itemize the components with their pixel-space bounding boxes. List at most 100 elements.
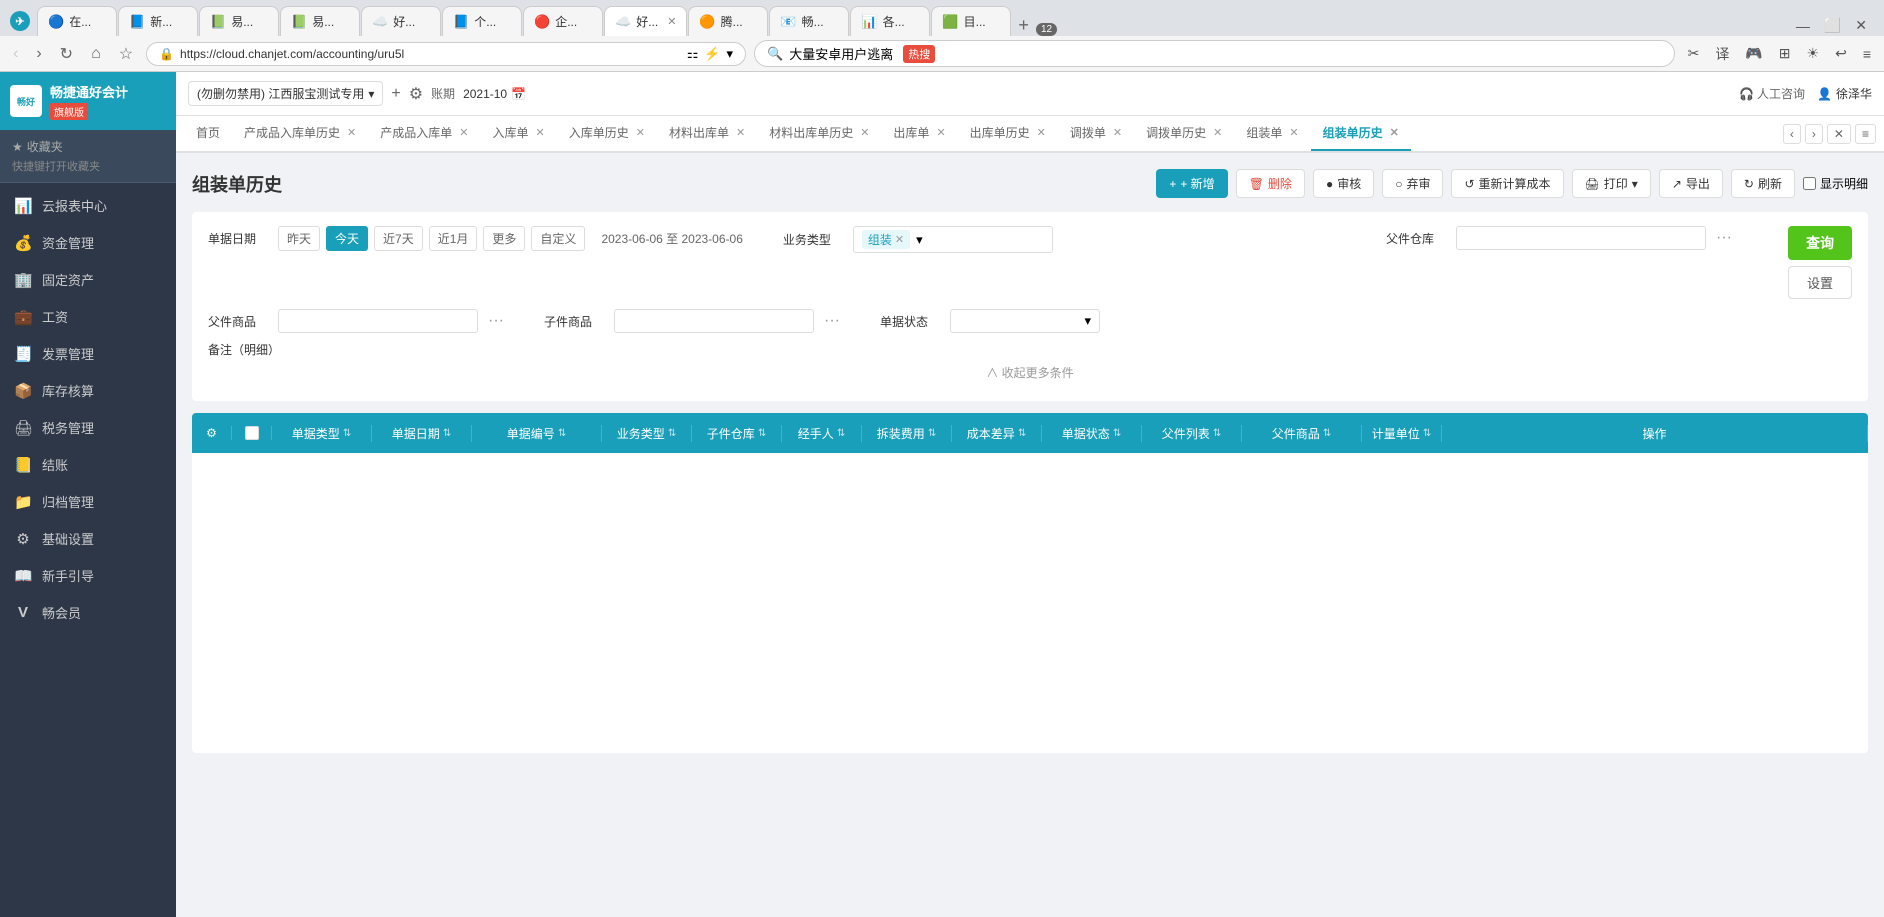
mat-out-hist-close[interactable]: ✕ <box>860 126 869 139</box>
query-button[interactable]: 查询 <box>1788 226 1852 260</box>
show-detail-checkbox[interactable] <box>1803 177 1816 190</box>
prod-in-hist-close[interactable]: ✕ <box>347 126 356 139</box>
child-goods-more[interactable]: ··· <box>824 312 840 330</box>
assembly-close[interactable]: ✕ <box>1289 126 1298 139</box>
parent-goods-input[interactable] <box>278 309 478 333</box>
th-handler[interactable]: 经手人 ⇅ <box>782 425 862 442</box>
parent-goods-more[interactable]: ··· <box>488 312 504 330</box>
favorites-section[interactable]: ★ 收藏夹 快捷键打开收藏夹 <box>0 130 176 183</box>
table-settings-th[interactable]: ⚙ <box>192 426 232 440</box>
sidebar-item-settings[interactable]: ⚙ 基础设置 <box>0 520 176 557</box>
th-disassembly-fee[interactable]: 拆装费用 ⇅ <box>862 425 952 442</box>
date-btn-7days[interactable]: 近7天 <box>374 226 423 251</box>
maximize-button[interactable]: ⬜ <box>1819 15 1846 36</box>
add-company-button[interactable]: + <box>391 85 400 103</box>
assembly-hist-close[interactable]: ✕ <box>1390 126 1399 139</box>
select-all-checkbox[interactable] <box>245 426 259 440</box>
th-order-date[interactable]: 单据日期 ⇅ <box>372 425 472 442</box>
biz-type-tag-close[interactable]: ✕ <box>895 233 904 246</box>
page-tab-adjust[interactable]: 调拨单 ✕ <box>1058 116 1134 151</box>
page-tab-assembly[interactable]: 组装单 ✕ <box>1234 116 1310 151</box>
page-tab-assembly-hist[interactable]: 组装单历史 ✕ <box>1311 116 1411 151</box>
prod-in-close[interactable]: ✕ <box>459 126 468 139</box>
menu-icon[interactable]: ≡ <box>1858 44 1876 64</box>
child-goods-input[interactable] <box>614 309 814 333</box>
th-unit[interactable]: 计量单位 ⇅ <box>1362 425 1442 442</box>
bookmark-button[interactable]: ☆ <box>114 42 138 66</box>
sidebar-item-assets[interactable]: 🏢 固定资产 <box>0 261 176 298</box>
brightness-icon[interactable]: ☀ <box>1802 43 1825 64</box>
browser-tab-11[interactable]: 📊 各... <box>850 6 930 36</box>
undo-icon[interactable]: ↩ <box>1830 43 1852 64</box>
browser-tab-6[interactable]: 📘 个... <box>442 6 522 36</box>
th-child-warehouse[interactable]: 子件仓库 ⇅ <box>692 425 782 442</box>
date-btn-yesterday[interactable]: 昨天 <box>278 226 320 251</box>
th-order-type[interactable]: 单据类型 ⇅ <box>272 425 372 442</box>
calendar-icon[interactable]: 📅 <box>511 87 526 101</box>
browser-tab-9[interactable]: 🟠 腾... <box>688 6 768 36</box>
out-hist-close[interactable]: ✕ <box>1037 126 1046 139</box>
parent-warehouse-more[interactable]: ··· <box>1716 229 1732 247</box>
sidebar-item-tax[interactable]: 🖨 税务管理 <box>0 409 176 446</box>
tabs-prev-button[interactable]: ‹ <box>1783 124 1801 144</box>
settings-gear-button[interactable]: ⚙ <box>409 84 423 104</box>
filter-settings-button[interactable]: 设置 <box>1788 266 1852 299</box>
page-tab-adjust-hist[interactable]: 调拨单历史 ✕ <box>1134 116 1234 151</box>
date-btn-more[interactable]: 更多 <box>483 226 525 251</box>
th-order-no[interactable]: 单据编号 ⇅ <box>472 425 602 442</box>
page-tab-prod-in[interactable]: 产成品入库单 ✕ <box>368 116 480 151</box>
recalc-button[interactable]: ↺ 重新计算成本 <box>1451 169 1563 198</box>
sidebar-item-close-accounts[interactable]: 📒 结账 <box>0 446 176 483</box>
th-parent-goods[interactable]: 父件商品 ⇅ <box>1242 425 1362 442</box>
home-button[interactable]: ⌂ <box>86 43 106 65</box>
browser-tab-10[interactable]: 📧 畅... <box>769 6 849 36</box>
print-button[interactable]: 🖨 打印 ▾ <box>1572 169 1651 198</box>
th-cost-diff[interactable]: 成本差异 ⇅ <box>952 425 1042 442</box>
date-btn-today[interactable]: 今天 <box>326 226 368 251</box>
sidebar-item-invoice[interactable]: 🧾 发票管理 <box>0 335 176 372</box>
game-icon[interactable]: 🎮 <box>1740 43 1767 64</box>
show-detail-toggle[interactable]: 显示明细 <box>1803 175 1868 192</box>
page-tab-mat-out[interactable]: 材料出库单 ✕ <box>657 116 757 151</box>
adjust-close[interactable]: ✕ <box>1113 126 1122 139</box>
sidebar-item-inventory[interactable]: 📦 库存核算 <box>0 372 176 409</box>
dropdown-icon[interactable]: ▾ <box>727 46 734 62</box>
page-tab-prod-in-hist[interactable]: 产成品入库单历史 ✕ <box>232 116 368 151</box>
browser-tab-5[interactable]: ☁️ 好... <box>361 6 441 36</box>
tab-close-8[interactable]: ✕ <box>667 15 676 28</box>
browser-tab-7[interactable]: 🔴 企... <box>523 6 603 36</box>
order-status-select[interactable]: ▾ <box>950 309 1100 333</box>
new-tab-button[interactable]: + <box>1012 15 1035 36</box>
browser-tab-12[interactable]: 🟩 目... <box>931 6 1011 36</box>
forward-button[interactable]: › <box>31 43 46 65</box>
sidebar-item-payroll[interactable]: 💼 工资 <box>0 298 176 335</box>
back-button[interactable]: ‹ <box>8 43 23 65</box>
browser-tab-8[interactable]: ☁️ 好... ✕ <box>604 6 687 36</box>
tabs-close-button[interactable]: ✕ <box>1827 124 1851 144</box>
mat-out-close[interactable]: ✕ <box>736 126 745 139</box>
page-tab-out-hist[interactable]: 出库单历史 ✕ <box>958 116 1058 151</box>
tabs-more-button[interactable]: ≡ <box>1855 124 1876 144</box>
table-checkbox-th[interactable] <box>232 426 272 440</box>
sidebar-item-guide[interactable]: 📖 新手引导 <box>0 557 176 594</box>
collapse-bar[interactable]: ∧ 收起更多条件 <box>208 358 1852 387</box>
biz-type-input[interactable]: 组装 ✕ ▾ <box>853 226 1053 253</box>
url-bar[interactable]: 🔒 https://cloud.chanjet.com/accounting/u… <box>146 42 746 66</box>
page-tab-in-order[interactable]: 入库单 ✕ <box>480 116 556 151</box>
export-button[interactable]: ↗ 导出 <box>1659 169 1723 198</box>
scissors-icon[interactable]: ✂ <box>1683 43 1705 64</box>
browser-tab-1[interactable]: 🔵 在... <box>37 6 117 36</box>
in-hist-close[interactable]: ✕ <box>636 126 645 139</box>
browser-tab-3[interactable]: 📗 易... <box>199 6 279 36</box>
page-tab-mat-out-hist[interactable]: 材料出库单历史 ✕ <box>757 116 881 151</box>
date-btn-custom[interactable]: 自定义 <box>531 226 585 251</box>
new-button[interactable]: + + 新增 <box>1156 169 1227 198</box>
in-order-close[interactable]: ✕ <box>536 126 545 139</box>
page-tab-in-hist[interactable]: 入库单历史 ✕ <box>557 116 657 151</box>
browser-tab-2[interactable]: 📘 新... <box>118 6 198 36</box>
th-parent-list[interactable]: 父件列表 ⇅ <box>1142 425 1242 442</box>
sidebar-item-archive[interactable]: 📁 归档管理 <box>0 483 176 520</box>
search-bar[interactable]: 🔍 大量安卓用户逃离 热搜 <box>754 40 1675 67</box>
refresh-button[interactable]: ↻ 刷新 <box>1731 169 1795 198</box>
parent-warehouse-input[interactable] <box>1456 226 1706 250</box>
